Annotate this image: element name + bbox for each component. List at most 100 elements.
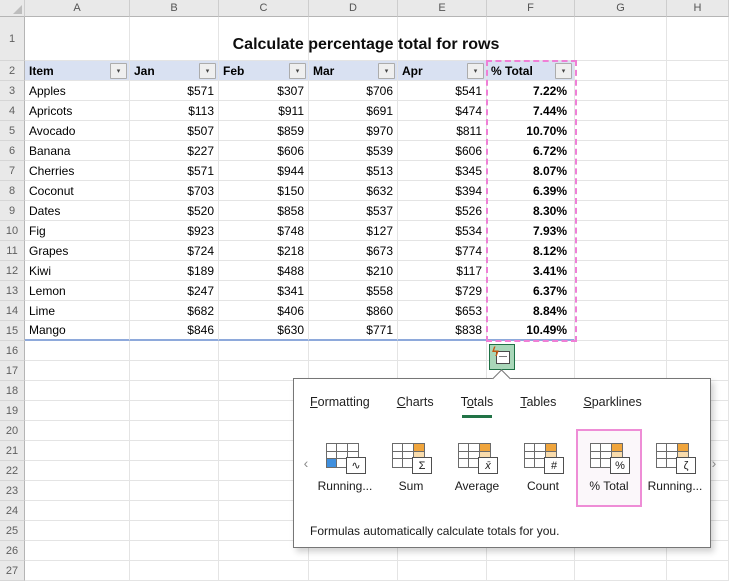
cell-A21[interactable] xyxy=(25,441,130,461)
row-header-13[interactable]: 13 xyxy=(0,281,25,301)
value-cell[interactable]: $117 xyxy=(398,261,487,281)
value-cell[interactable]: $944 xyxy=(219,161,309,181)
value-cell[interactable]: $571 xyxy=(130,81,219,101)
row-header-27[interactable]: 27 xyxy=(0,561,25,581)
cell-G13[interactable] xyxy=(575,281,667,301)
row-header-23[interactable]: 23 xyxy=(0,481,25,501)
value-cell[interactable]: $394 xyxy=(398,181,487,201)
value-cell[interactable]: $537 xyxy=(309,201,398,221)
value-cell[interactable]: $729 xyxy=(398,281,487,301)
cell-G7[interactable] xyxy=(575,161,667,181)
value-cell[interactable]: $227 xyxy=(130,141,219,161)
cell-H4[interactable] xyxy=(667,101,729,121)
row-header-4[interactable]: 4 xyxy=(0,101,25,121)
item-cell[interactable]: Fig xyxy=(25,221,130,241)
value-cell[interactable]: $127 xyxy=(309,221,398,241)
cell-H6[interactable] xyxy=(667,141,729,161)
percent-total-cell[interactable]: 8.84% xyxy=(487,301,575,321)
row-header-24[interactable]: 24 xyxy=(0,501,25,521)
value-cell[interactable]: $113 xyxy=(130,101,219,121)
cell-G15[interactable] xyxy=(575,321,667,341)
cell-H11[interactable] xyxy=(667,241,729,261)
cell-G27[interactable] xyxy=(575,561,667,581)
column-header-A[interactable]: A xyxy=(25,0,130,17)
row-header-15[interactable]: 15 xyxy=(0,321,25,341)
cell-H8[interactable] xyxy=(667,181,729,201)
column-header-B[interactable]: B xyxy=(130,0,219,17)
percent-total-cell[interactable]: 6.72% xyxy=(487,141,575,161)
value-cell[interactable]: $406 xyxy=(219,301,309,321)
row-header-9[interactable]: 9 xyxy=(0,201,25,221)
value-cell[interactable]: $150 xyxy=(219,181,309,201)
value-cell[interactable]: $541 xyxy=(398,81,487,101)
row-header-25[interactable]: 25 xyxy=(0,521,25,541)
item-cell[interactable]: Grapes xyxy=(25,241,130,261)
item-cell[interactable]: Dates xyxy=(25,201,130,221)
cell-G1[interactable] xyxy=(575,17,667,61)
row-header-6[interactable]: 6 xyxy=(0,141,25,161)
percent-total-cell[interactable]: 6.39% xyxy=(487,181,575,201)
cell-E16[interactable] xyxy=(398,341,487,361)
item-cell[interactable]: Kiwi xyxy=(25,261,130,281)
value-cell[interactable]: $606 xyxy=(398,141,487,161)
running--button[interactable]: ζ Running... xyxy=(642,429,708,507)
value-cell[interactable]: $513 xyxy=(309,161,398,181)
cell-H5[interactable] xyxy=(667,121,729,141)
cell-H7[interactable] xyxy=(667,161,729,181)
cell-B26[interactable] xyxy=(130,541,219,561)
cell-H3[interactable] xyxy=(667,81,729,101)
value-cell[interactable]: $218 xyxy=(219,241,309,261)
value-cell[interactable]: $520 xyxy=(130,201,219,221)
row-header-18[interactable]: 18 xyxy=(0,381,25,401)
cell-C27[interactable] xyxy=(219,561,309,581)
cell-F27[interactable] xyxy=(487,561,575,581)
row-header-5[interactable]: 5 xyxy=(0,121,25,141)
cell-C2[interactable]: Feb ▾ xyxy=(219,61,309,81)
value-cell[interactable]: $534 xyxy=(398,221,487,241)
average-button[interactable]: x̄ Average xyxy=(444,429,510,507)
cell-E2[interactable]: Apr ▾ xyxy=(398,61,487,81)
value-cell[interactable]: $630 xyxy=(219,321,309,341)
value-cell[interactable]: $846 xyxy=(130,321,219,341)
tab-formatting[interactable]: Formatting xyxy=(310,395,370,416)
%-total-button[interactable]: % % Total xyxy=(576,429,642,507)
filter-dropdown-button[interactable]: ▾ xyxy=(555,62,572,79)
row-header-11[interactable]: 11 xyxy=(0,241,25,261)
cell-B20[interactable] xyxy=(130,421,219,441)
item-cell[interactable]: Apricots xyxy=(25,101,130,121)
percent-total-cell[interactable]: 6.37% xyxy=(487,281,575,301)
row-header-12[interactable]: 12 xyxy=(0,261,25,281)
cell-B27[interactable] xyxy=(130,561,219,581)
cell-H27[interactable] xyxy=(667,561,729,581)
filter-dropdown-button[interactable]: ▾ xyxy=(199,62,216,79)
row-header-16[interactable]: 16 xyxy=(0,341,25,361)
cell-G8[interactable] xyxy=(575,181,667,201)
cell-G6[interactable] xyxy=(575,141,667,161)
cell-A1[interactable] xyxy=(25,17,130,61)
cell-B1[interactable] xyxy=(130,17,219,61)
cell-H12[interactable] xyxy=(667,261,729,281)
cell-A16[interactable] xyxy=(25,341,130,361)
row-header-7[interactable]: 7 xyxy=(0,161,25,181)
cell-B24[interactable] xyxy=(130,501,219,521)
value-cell[interactable]: $341 xyxy=(219,281,309,301)
row-header-21[interactable]: 21 xyxy=(0,441,25,461)
tab-sparklines[interactable]: Sparklines xyxy=(583,395,641,416)
filter-dropdown-button[interactable]: ▾ xyxy=(467,62,484,79)
row-header-22[interactable]: 22 xyxy=(0,461,25,481)
cell-B16[interactable] xyxy=(130,341,219,361)
cell-D1[interactable] xyxy=(309,17,398,61)
filter-dropdown-button[interactable]: ▾ xyxy=(378,62,395,79)
cell-H9[interactable] xyxy=(667,201,729,221)
row-header-26[interactable]: 26 xyxy=(0,541,25,561)
cell-H1[interactable] xyxy=(667,17,729,61)
cell-H10[interactable] xyxy=(667,221,729,241)
cell-A27[interactable] xyxy=(25,561,130,581)
percent-total-cell[interactable]: 10.70% xyxy=(487,121,575,141)
cell-G11[interactable] xyxy=(575,241,667,261)
tab-charts[interactable]: Charts xyxy=(397,395,434,416)
value-cell[interactable]: $345 xyxy=(398,161,487,181)
row-header-8[interactable]: 8 xyxy=(0,181,25,201)
column-header-F[interactable]: F xyxy=(487,0,575,17)
row-header-3[interactable]: 3 xyxy=(0,81,25,101)
